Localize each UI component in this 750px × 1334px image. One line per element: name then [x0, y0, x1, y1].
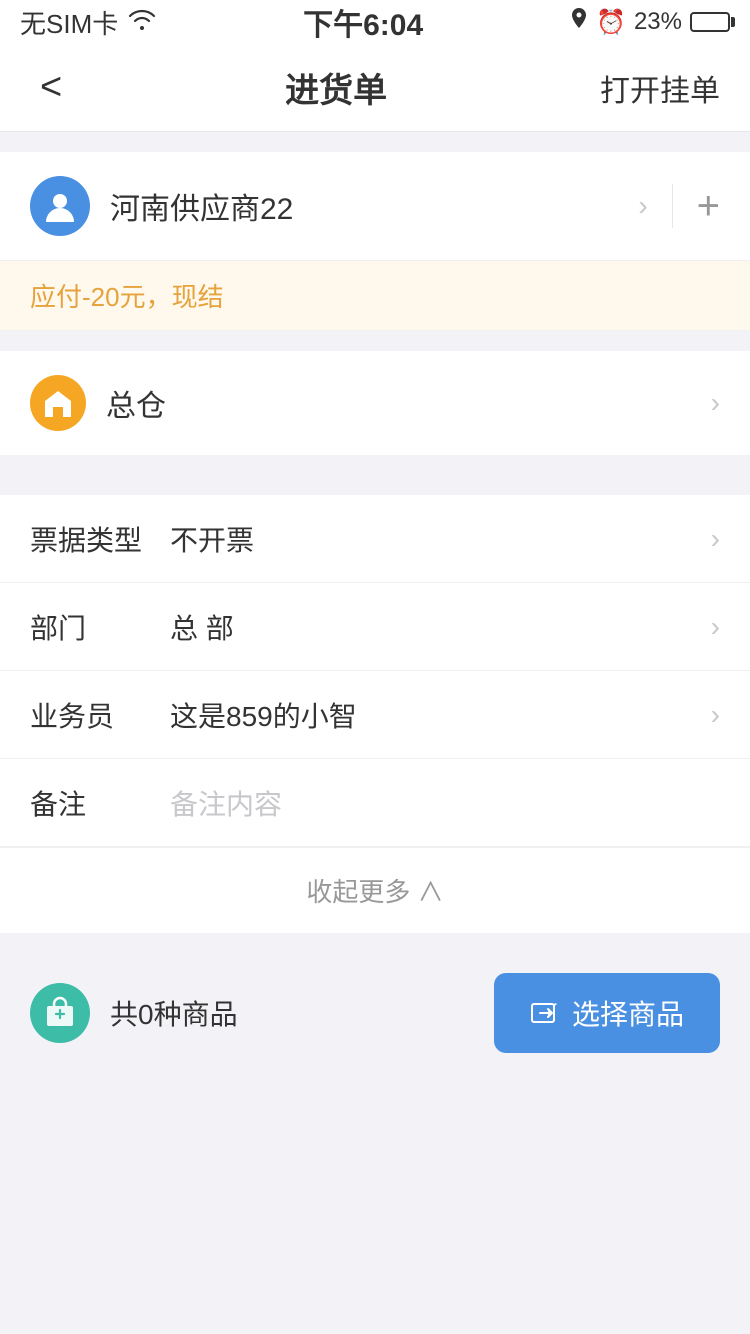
- supplier-avatar: [30, 176, 90, 236]
- wifi-icon: [128, 7, 156, 38]
- battery-text: 23%: [634, 8, 682, 36]
- sales-value: 这是859的小智: [150, 695, 711, 735]
- warehouse-chevron-icon: ›: [711, 387, 720, 419]
- supplier-row[interactable]: 河南供应商22 › +: [0, 152, 750, 261]
- collapse-button[interactable]: 收起更多 ∧: [0, 847, 750, 933]
- warehouse-section: 总仓 ›: [0, 351, 750, 455]
- warehouse-icon: [30, 375, 86, 431]
- remark-label: 备注: [30, 783, 150, 823]
- form-section: 票据类型 不开票 › 部门 总 部 › 业务员 这是859的小智 › 备注 备注…: [0, 495, 750, 933]
- dept-value: 总 部: [150, 607, 711, 647]
- alarm-icon: ⏰: [596, 8, 626, 37]
- supplier-section: 河南供应商22 › + 应付-20元，现结: [0, 152, 750, 331]
- product-count-text: 共0种商品: [110, 993, 238, 1033]
- status-bar: 无SIM卡 下午6:04 ⏰ 23%: [0, 0, 750, 44]
- gap-3: [0, 455, 750, 475]
- invoice-chevron-icon: ›: [711, 523, 720, 555]
- invoice-row[interactable]: 票据类型 不开票 ›: [0, 495, 750, 583]
- supplier-chevron-icon: ›: [638, 190, 647, 222]
- open-pending-button[interactable]: 打开挂单: [600, 66, 720, 110]
- status-time: 下午6:04: [303, 0, 423, 44]
- invoice-value: 不开票: [150, 519, 711, 559]
- add-supplier-button[interactable]: +: [697, 184, 720, 229]
- dept-row[interactable]: 部门 总 部 ›: [0, 583, 750, 671]
- product-count-area: 共0种商品: [30, 983, 238, 1043]
- dept-chevron-icon: ›: [711, 611, 720, 643]
- supplier-notice: 应付-20元，现结: [0, 261, 750, 331]
- collapse-label: 收起更多 ∧: [306, 872, 443, 909]
- battery-icon: [690, 12, 730, 32]
- warehouse-row[interactable]: 总仓 ›: [0, 351, 750, 455]
- sales-chevron-icon: ›: [711, 699, 720, 731]
- page-title: 进货单: [285, 63, 387, 112]
- warehouse-name: 总仓: [106, 381, 711, 425]
- select-product-button[interactable]: 选择商品: [494, 973, 720, 1053]
- sales-label: 业务员: [30, 695, 150, 735]
- back-button[interactable]: <: [30, 56, 72, 119]
- invoice-label: 票据类型: [30, 519, 150, 559]
- remark-input[interactable]: 备注内容: [150, 783, 720, 823]
- nav-bar: < 进货单 打开挂单: [0, 44, 750, 132]
- vertical-divider: [672, 184, 673, 228]
- status-left: 无SIM卡: [20, 4, 156, 41]
- status-right: ⏰ 23%: [570, 8, 730, 37]
- select-product-label: 选择商品: [572, 993, 684, 1033]
- gap-1: [0, 132, 750, 152]
- dept-label: 部门: [30, 607, 150, 647]
- gap-2: [0, 331, 750, 351]
- supplier-name: 河南供应商22: [110, 184, 638, 228]
- remark-row[interactable]: 备注 备注内容: [0, 759, 750, 847]
- product-icon: [30, 983, 90, 1043]
- bottom-bar: 共0种商品 选择商品: [0, 953, 750, 1073]
- sales-row[interactable]: 业务员 这是859的小智 ›: [0, 671, 750, 759]
- carrier-text: 无SIM卡: [20, 4, 118, 41]
- location-icon: [570, 8, 588, 37]
